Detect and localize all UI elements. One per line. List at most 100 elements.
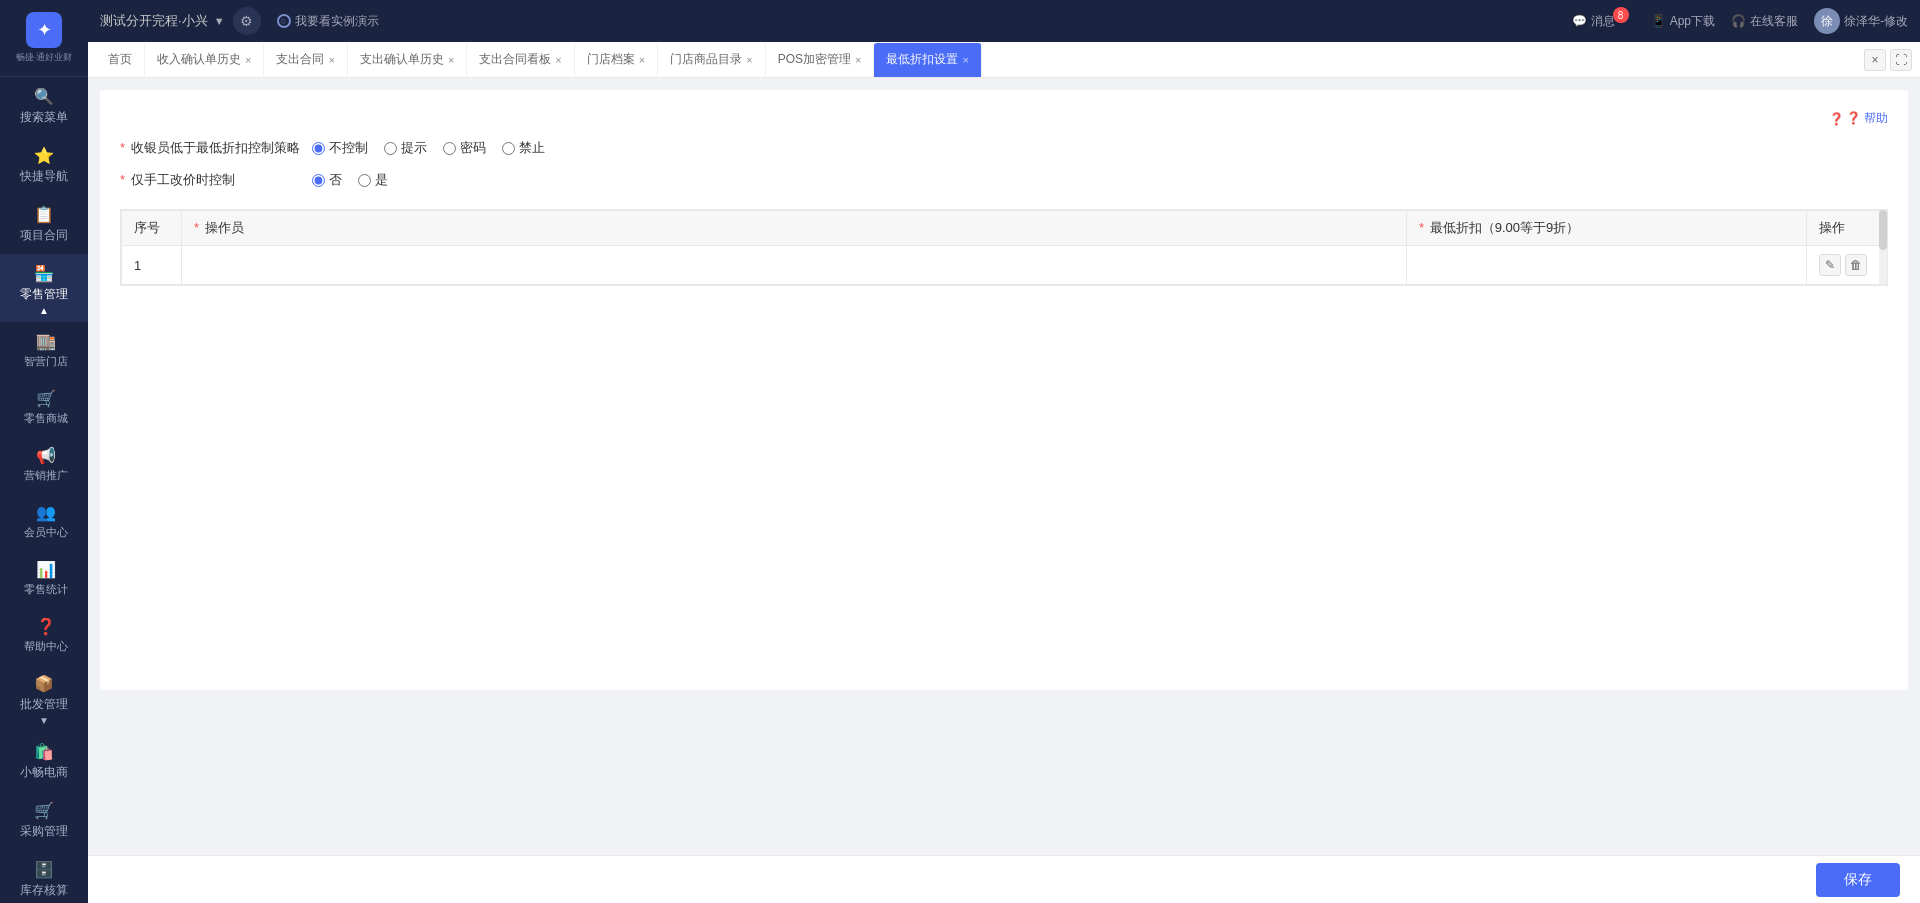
user-menu-btn[interactable]: 徐 徐泽华-修改	[1814, 8, 1908, 34]
tab-payment-contract-board[interactable]: 支出合同看板 ×	[467, 43, 574, 77]
policy-no-control-radio[interactable]	[312, 142, 325, 155]
sidebar-item-purchase[interactable]: 🛒 采购管理	[0, 791, 88, 850]
tab-payment-contract-close[interactable]: ×	[328, 54, 334, 66]
sidebar-item-retail-mall[interactable]: 🛒 零售商城	[0, 379, 88, 436]
project-contract-icon: 📋	[34, 205, 54, 224]
manual-yes-radio[interactable]	[358, 174, 371, 187]
policy-forbidden-radio[interactable]	[502, 142, 515, 155]
sidebar-item-search-menu[interactable]: 🔍 搜索菜单	[0, 77, 88, 136]
save-button[interactable]: 保存	[1816, 863, 1900, 897]
tab-close-all-btn[interactable]: ×	[1864, 49, 1886, 71]
tab-payment-contract-label: 支出合同	[276, 51, 324, 68]
sidebar-item-ecommerce[interactable]: 🛍️ 小畅电商	[0, 732, 88, 791]
manual-no-radio[interactable]	[312, 174, 325, 187]
manual-label: * 仅手工改价时控制	[120, 171, 300, 189]
policy-no-control[interactable]: 不控制	[312, 139, 368, 157]
sidebar-item-retail-stats[interactable]: 📊 零售统计	[0, 550, 88, 607]
sidebar-item-inventory[interactable]: 🗄️ 库存核算	[0, 850, 88, 903]
tab-min-discount[interactable]: 最低折扣设置 ×	[874, 43, 981, 77]
help-center-icon: ❓	[36, 617, 56, 636]
sidebar-item-marketing[interactable]: 📢 营销推广	[0, 436, 88, 493]
sidebar-item-label-quick: 快捷导航	[20, 168, 68, 185]
notifications-label: 消息	[1591, 13, 1615, 30]
policy-password[interactable]: 密码	[443, 139, 486, 157]
help-btn[interactable]: ❓ ❓ 帮助	[1829, 110, 1888, 127]
manual-required-mark: *	[120, 172, 125, 187]
tab-income-history[interactable]: 收入确认单历史 ×	[145, 43, 264, 77]
policy-forbidden[interactable]: 禁止	[502, 139, 545, 157]
tab-home-label: 首页	[108, 51, 132, 68]
th-discount-required: *	[1419, 220, 1424, 235]
manual-no[interactable]: 否	[312, 171, 342, 189]
policy-prompt[interactable]: 提示	[384, 139, 427, 157]
sidebar-item-help-center[interactable]: ❓ 帮助中心	[0, 607, 88, 664]
sidebar-item-member-center[interactable]: 👥 会员中心	[0, 493, 88, 550]
tab-income-history-close[interactable]: ×	[245, 54, 251, 66]
tab-payment-confirm-close[interactable]: ×	[448, 54, 454, 66]
sidebar-item-label-retail: 零售管理	[20, 286, 68, 303]
sidebar-item-label-purchase: 采购管理	[20, 823, 68, 840]
td-operator[interactable]	[182, 246, 1407, 285]
tab-payment-board-close[interactable]: ×	[555, 54, 561, 66]
sidebar: ✦ 畅捷·通好业财 🔍 搜索菜单 ⭐ 快捷导航 📋 项目合同 🏪 零售管理 ▲ …	[0, 0, 88, 903]
policy-forbidden-label: 禁止	[519, 139, 545, 157]
manual-no-label: 否	[329, 171, 342, 189]
manual-yes[interactable]: 是	[358, 171, 388, 189]
sidebar-item-retail-mgmt[interactable]: 🏪 零售管理 ▲	[0, 254, 88, 322]
tab-store-goods[interactable]: 门店商品目录 ×	[658, 43, 765, 77]
demo-link[interactable]: ○ 我要看实例演示	[277, 13, 379, 30]
tab-store-goods-close[interactable]: ×	[746, 54, 752, 66]
tab-store-file[interactable]: 门店档案 ×	[575, 43, 658, 77]
sidebar-item-label-member: 会员中心	[24, 525, 68, 540]
sidebar-item-label-stats: 零售统计	[24, 582, 68, 597]
row-delete-btn[interactable]: 🗑	[1845, 254, 1867, 276]
table-row: 1 ✎	[122, 246, 1887, 285]
sidebar-item-smart-store[interactable]: 🏬 智营门店	[0, 322, 88, 379]
sidebar-item-wholesale-mgmt[interactable]: 📦 批发管理 ▼	[0, 664, 88, 732]
main-area: 测试分开完程·小兴 ▼ ⚙ ○ 我要看实例演示 💬 消息 8 📱 App下载 🎧…	[88, 0, 1920, 903]
row-edit-btn[interactable]: ✎	[1819, 254, 1841, 276]
sidebar-item-project-contract[interactable]: 📋 项目合同	[0, 195, 88, 254]
sidebar-item-quick-nav[interactable]: ⭐ 快捷导航	[0, 136, 88, 195]
wholesale-icon: 📦	[34, 674, 54, 693]
table-scrollbar-thumb[interactable]	[1879, 210, 1887, 250]
online-support-btn[interactable]: 🎧 在线客服	[1731, 13, 1798, 30]
manual-label-text: 仅手工改价时控制	[131, 172, 235, 187]
tab-store-file-close[interactable]: ×	[639, 54, 645, 66]
policy-password-radio[interactable]	[443, 142, 456, 155]
tab-payment-contract[interactable]: 支出合同 ×	[264, 43, 347, 77]
tab-payment-confirm-history[interactable]: 支出确认单历史 ×	[348, 43, 467, 77]
table-container: 序号 * 操作员 * 最低折扣（9.00等于9折） 操作	[120, 209, 1888, 286]
sidebar-item-label-search: 搜索菜单	[20, 109, 68, 126]
member-center-icon: 👥	[36, 503, 56, 522]
row-seq-value: 1	[134, 258, 141, 273]
notifications-btn[interactable]: 💬 消息 8	[1572, 13, 1635, 30]
th-operator: * 操作员	[182, 211, 1407, 246]
header-settings-btn[interactable]: ⚙	[233, 7, 261, 35]
sidebar-item-label-smart: 智营门店	[24, 354, 68, 369]
demo-label: 我要看实例演示	[295, 13, 379, 30]
tab-pos-password[interactable]: POS加密管理 ×	[766, 43, 875, 77]
tab-fullscreen-btn[interactable]: ⛶	[1890, 49, 1912, 71]
form-row-policy: * 收银员低于最低折扣控制策略 不控制 提示	[120, 139, 1888, 157]
tab-payment-contract-board-label: 支出合同看板	[479, 51, 551, 68]
policy-prompt-radio[interactable]	[384, 142, 397, 155]
retail-mall-icon: 🛒	[36, 389, 56, 408]
marketing-icon: 📢	[36, 446, 56, 465]
td-discount[interactable]	[1407, 246, 1807, 285]
sidebar-item-label-mall: 零售商城	[24, 411, 68, 426]
top-header: 测试分开完程·小兴 ▼ ⚙ ○ 我要看实例演示 💬 消息 8 📱 App下载 🎧…	[88, 0, 1920, 42]
app-download-btn[interactable]: 📱 App下载	[1651, 13, 1715, 30]
tab-min-discount-close[interactable]: ×	[962, 54, 968, 66]
retail-mgmt-icon: 🏪	[34, 264, 54, 283]
tab-bar-controls: × ⛶	[1864, 49, 1912, 71]
tab-pos-password-close[interactable]: ×	[855, 54, 861, 66]
online-support-icon: 🎧	[1731, 14, 1746, 28]
policy-label-text: 收银员低于最低折扣控制策略	[131, 140, 300, 155]
sidebar-logo: ✦ 畅捷·通好业财	[0, 0, 88, 77]
form-section: ❓ ❓ 帮助 * 收银员低于最低折扣控制策略 不控制	[120, 110, 1888, 189]
project-selector[interactable]: 测试分开完程·小兴 ▼	[100, 12, 225, 30]
row-action-btns: ✎ 🗑	[1819, 254, 1874, 276]
tab-home[interactable]: 首页	[96, 43, 145, 77]
policy-label: * 收银员低于最低折扣控制策略	[120, 139, 300, 157]
